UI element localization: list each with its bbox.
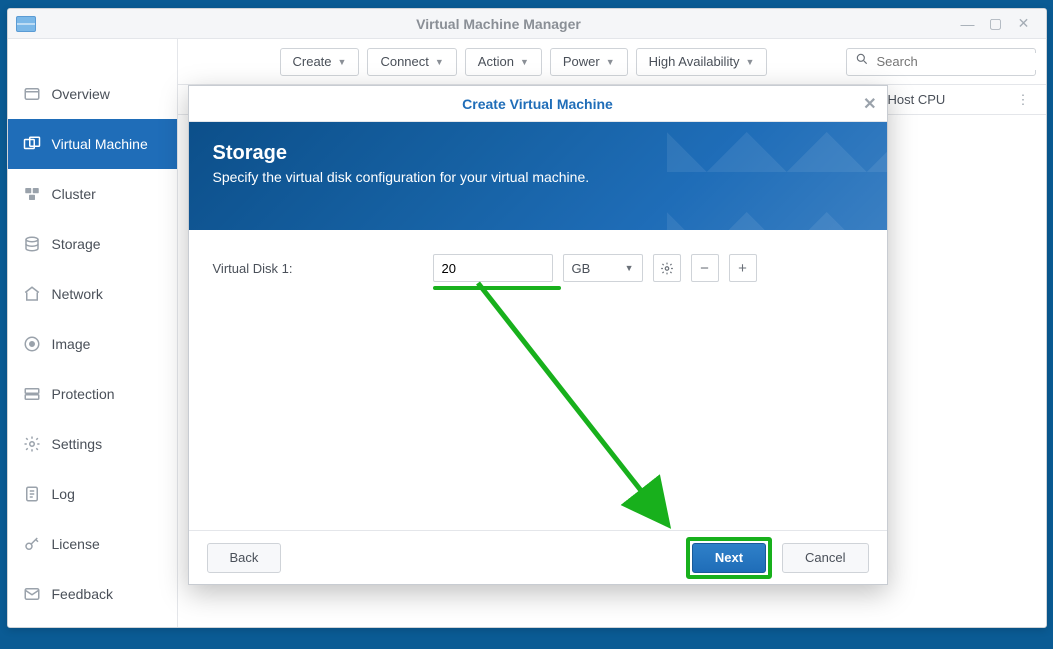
select-value: GB	[572, 261, 591, 276]
power-label: Power	[563, 54, 600, 69]
dialog-close-icon[interactable]: ✕	[863, 94, 876, 114]
create-label: Create	[293, 54, 332, 69]
sidebar-item-protection[interactable]: Protection	[8, 369, 177, 419]
sidebar-item-label: Storage	[52, 236, 101, 252]
caret-down-icon: ▼	[520, 57, 529, 67]
cluster-icon	[22, 184, 42, 204]
sidebar-item-label: Log	[52, 486, 75, 502]
sidebar-item-license[interactable]: License	[8, 519, 177, 569]
toolbar: Create ▼ Connect ▼ Action ▼ Power ▼ High Ava…	[178, 39, 1046, 85]
sidebar-item-image[interactable]: Image	[8, 319, 177, 369]
action-button[interactable]: Action ▼	[465, 48, 542, 76]
sidebar-item-label: Protection	[52, 386, 115, 402]
search-icon	[855, 52, 869, 71]
sidebar-item-network[interactable]: Network	[8, 269, 177, 319]
gear-icon	[660, 261, 674, 276]
minimize-button[interactable]: —	[954, 16, 982, 32]
annotation-highlight-box: Next	[686, 537, 772, 579]
vm-icon	[22, 134, 42, 154]
sidebar-item-feedback[interactable]: Feedback	[8, 569, 177, 619]
key-icon	[22, 534, 42, 554]
sidebar-item-label: Image	[52, 336, 91, 352]
caret-down-icon: ▼	[338, 57, 347, 67]
ha-label: High Availability	[649, 54, 740, 69]
sidebar-item-cluster[interactable]: Cluster	[8, 169, 177, 219]
sidebar-item-log[interactable]: Log	[8, 469, 177, 519]
caret-down-icon: ▼	[625, 263, 634, 273]
image-icon	[22, 334, 42, 354]
power-button[interactable]: Power ▼	[550, 48, 628, 76]
sidebar-item-label: License	[52, 536, 100, 552]
create-vm-dialog: Create Virtual Machine ✕ Storage Specify…	[188, 85, 888, 585]
virtual-disk-size-input[interactable]	[433, 254, 553, 282]
back-button[interactable]: Back	[207, 543, 282, 573]
dialog-step-title: Storage	[213, 142, 863, 165]
overview-icon	[22, 84, 42, 104]
action-label: Action	[478, 54, 514, 69]
caret-down-icon: ▼	[606, 57, 615, 67]
cancel-button[interactable]: Cancel	[782, 543, 868, 573]
disk-add-button[interactable]: +	[729, 254, 757, 282]
next-button[interactable]: Next	[692, 543, 766, 573]
caret-down-icon: ▼	[435, 57, 444, 67]
dialog-hero: Storage Specify the virtual disk configu…	[189, 122, 887, 230]
sidebar-item-label: Network	[52, 286, 103, 302]
app-window: Virtual Machine Manager — ▢ ✕ Overview V…	[7, 8, 1047, 628]
virtual-disk-label: Virtual Disk 1:	[213, 261, 423, 276]
sidebar-item-label: Feedback	[52, 586, 113, 602]
col-host-cpu[interactable]: Host CPU	[888, 92, 1011, 107]
sidebar-item-label: Virtual Machine	[52, 136, 148, 152]
sidebar-item-virtual-machine[interactable]: Virtual Machine	[8, 119, 177, 169]
search-input[interactable]	[875, 53, 1047, 70]
sidebar-item-label: Overview	[52, 86, 110, 102]
maximize-button[interactable]: ▢	[982, 15, 1010, 32]
virtual-disk-row: Virtual Disk 1: GB ▼ − +	[213, 254, 863, 282]
minus-icon: −	[700, 260, 709, 277]
plus-icon: +	[738, 260, 747, 277]
dialog-footer: Back Next Cancel	[189, 530, 887, 584]
dialog-title: Create Virtual Machine	[462, 96, 613, 112]
connect-button[interactable]: Connect ▼	[367, 48, 456, 76]
dialog-titlebar: Create Virtual Machine ✕	[189, 86, 887, 122]
sidebar: Overview Virtual Machine Cluster Storage…	[8, 39, 178, 627]
log-icon	[22, 484, 42, 504]
sidebar-item-label: Settings	[52, 436, 103, 452]
sidebar-item-label: Cluster	[52, 186, 96, 202]
disk-settings-button[interactable]	[653, 254, 681, 282]
close-button[interactable]: ✕	[1010, 15, 1038, 32]
protection-icon	[22, 384, 42, 404]
create-button[interactable]: Create ▼	[280, 48, 360, 76]
annotation-underline	[433, 286, 561, 290]
gear-icon	[22, 434, 42, 454]
network-icon	[22, 284, 42, 304]
mail-icon	[22, 584, 42, 604]
sidebar-item-settings[interactable]: Settings	[8, 419, 177, 469]
window-title: Virtual Machine Manager	[44, 16, 954, 32]
ha-button[interactable]: High Availability ▼	[636, 48, 768, 76]
sidebar-item-storage[interactable]: Storage	[8, 219, 177, 269]
dialog-step-subtitle: Specify the virtual disk configuration f…	[213, 169, 863, 185]
dialog-body: Virtual Disk 1: GB ▼ − +	[189, 230, 887, 530]
virtual-disk-unit-select[interactable]: GB ▼	[563, 254, 643, 282]
app-icon	[16, 16, 36, 32]
storage-icon	[22, 234, 42, 254]
caret-down-icon: ▼	[745, 57, 754, 67]
column-menu-icon[interactable]: ⋮	[1011, 92, 1036, 108]
disk-remove-button[interactable]: −	[691, 254, 719, 282]
search-box[interactable]	[846, 48, 1036, 76]
connect-label: Connect	[380, 54, 428, 69]
titlebar: Virtual Machine Manager — ▢ ✕	[8, 9, 1046, 39]
sidebar-item-overview[interactable]: Overview	[8, 69, 177, 119]
